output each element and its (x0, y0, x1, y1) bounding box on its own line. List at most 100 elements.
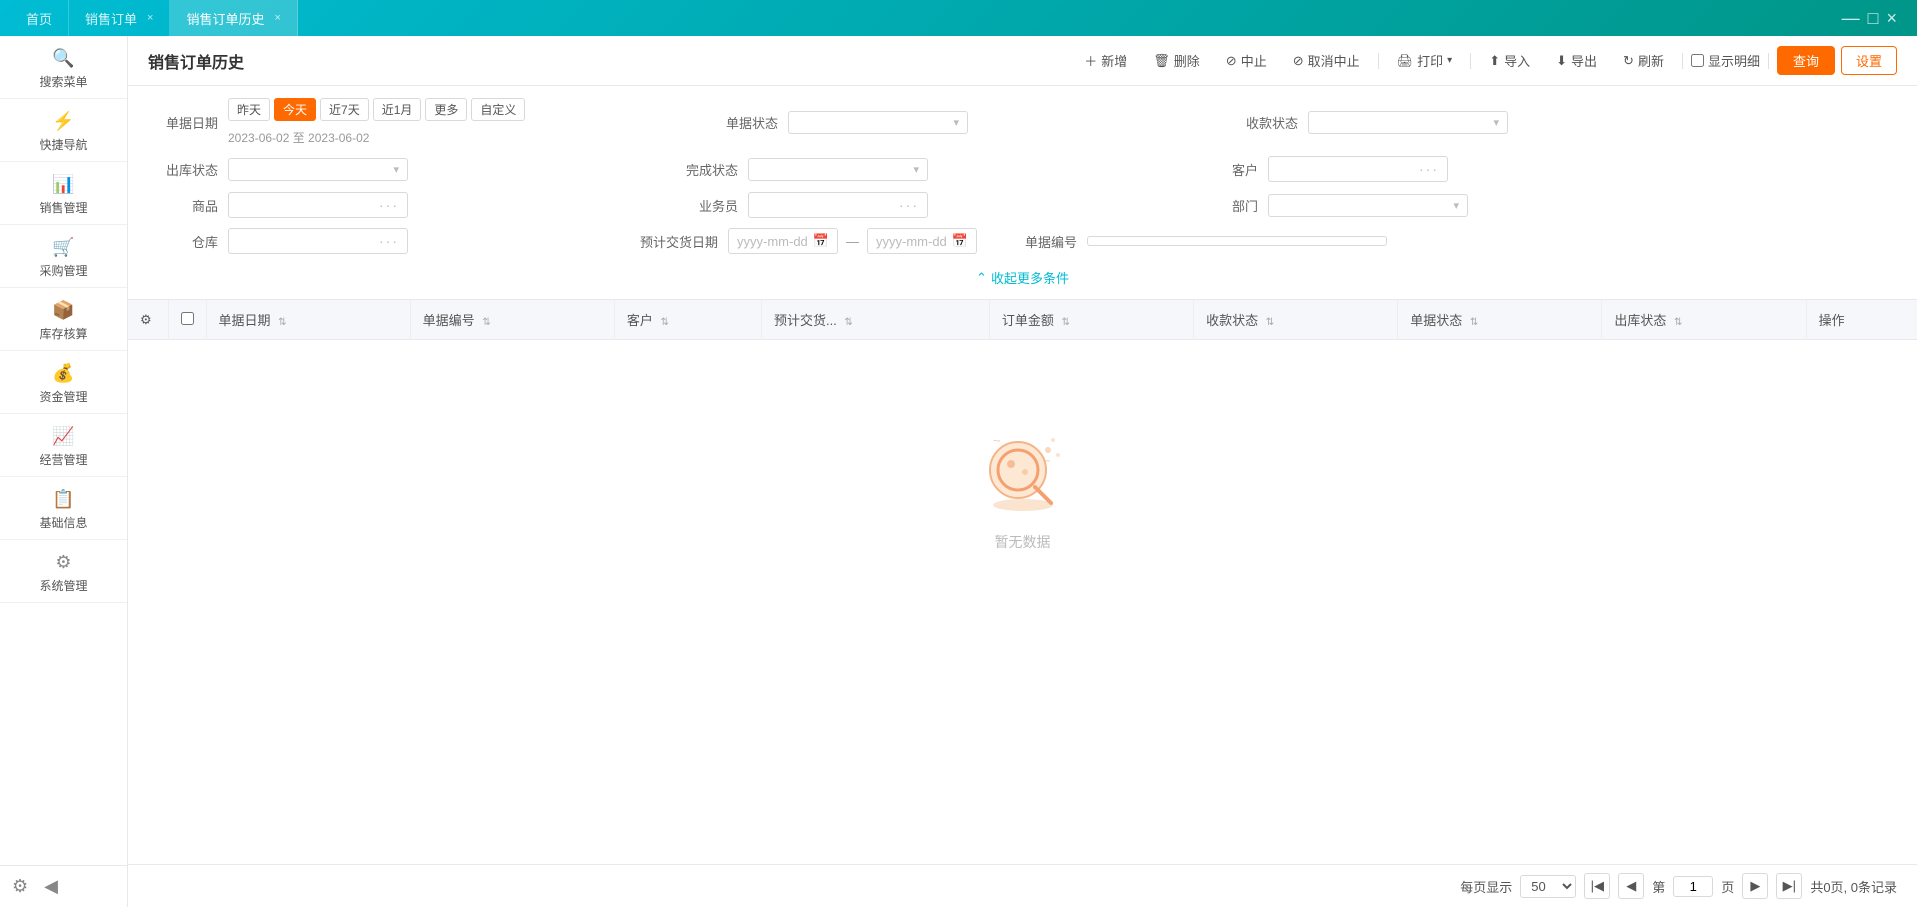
page-number-input[interactable] (1673, 876, 1713, 897)
prev-page-button[interactable]: ◀ (1618, 873, 1644, 899)
date-btn-custom[interactable]: 自定义 (471, 98, 525, 121)
page-size-select[interactable]: 10 20 50 100 (1520, 875, 1576, 898)
col-customer-label: 客户 (627, 313, 653, 328)
new-button[interactable]: ＋ 新增 (1074, 47, 1137, 74)
sidebar-item-sales[interactable]: 📊 销售管理 (0, 162, 127, 225)
product-input[interactable]: ··· (228, 192, 408, 218)
date-btn-1month[interactable]: 近1月 (373, 98, 422, 121)
new-icon: ＋ (1084, 51, 1097, 70)
col-order-no[interactable]: 单据编号 ⇅ (410, 300, 614, 340)
customer-input[interactable]: ··· (1268, 156, 1448, 182)
column-settings-icon[interactable]: ⚙ (140, 312, 152, 327)
expected-delivery-end-input[interactable]: yyyy-mm-dd 📅 (867, 228, 977, 254)
sidebar-item-purchase[interactable]: 🛒 采购管理 (0, 225, 127, 288)
close-icon[interactable]: × (1886, 8, 1897, 29)
salesperson-input[interactable]: ··· (748, 192, 928, 218)
department-label: 部门 (1188, 196, 1268, 215)
date-btn-today[interactable]: 今天 (274, 98, 316, 121)
tab-sales-order-close[interactable]: × (147, 12, 153, 24)
col-customer[interactable]: 客户 ⇅ (614, 300, 761, 340)
print-button[interactable]: 🖨 打印 ▾ (1387, 47, 1463, 74)
date-btn-yesterday[interactable]: 昨天 (228, 98, 270, 121)
warehouse-label: 仓库 (148, 232, 228, 251)
last-page-button[interactable]: ▶| (1776, 873, 1802, 899)
sidebar-item-search-menu[interactable]: 🔍 搜索菜单 (0, 36, 127, 99)
sidebar-item-purchase-label: 采购管理 (39, 262, 87, 279)
col-order-no-sort-icon[interactable]: ⇅ (482, 317, 490, 328)
next-page-button[interactable]: ▶ (1742, 873, 1768, 899)
expected-delivery-start-input[interactable]: yyyy-mm-dd 📅 (728, 228, 838, 254)
col-payment-status-sort-icon[interactable]: ⇅ (1266, 317, 1274, 328)
sidebar-item-base-info[interactable]: 📋 基础信息 (0, 477, 127, 540)
department-select[interactable]: ▾ (1268, 194, 1468, 217)
col-order-no-label: 单据编号 (423, 313, 475, 328)
customer-control: ··· (1268, 156, 1648, 182)
delivery-status-select[interactable]: ▾ (228, 158, 408, 181)
tab-sales-order-history[interactable]: 销售订单历史 × (170, 0, 297, 36)
import-button[interactable]: ⬆ 导入 (1479, 47, 1540, 74)
order-status-select[interactable]: ▾ (788, 111, 968, 134)
print-icon: 🖨 (1397, 53, 1414, 69)
col-expected-delivery-sort-icon[interactable]: ⇅ (844, 317, 852, 328)
sidebar-item-finance[interactable]: 💰 资金管理 (0, 351, 127, 414)
col-delivery-status-sort-icon[interactable]: ⇅ (1674, 317, 1682, 328)
settings-button[interactable]: 设置 (1841, 46, 1897, 75)
date-range-display: 2023-06-02 至 2023-06-02 (228, 129, 369, 146)
date-btn-7days[interactable]: 近7天 (320, 98, 369, 121)
display-detail-checkbox[interactable] (1691, 54, 1704, 67)
page-title-bar: 销售订单历史 ＋ 新增 🗑 删除 ⊘ 中止 ⊘ 取消中止 (128, 36, 1917, 86)
payment-status-select[interactable]: ▾ (1308, 111, 1508, 134)
sidebar-item-base-info-label: 基础信息 (39, 514, 87, 531)
first-page-button[interactable]: |◀ (1584, 873, 1610, 899)
product-dots-icon: ··· (379, 197, 399, 213)
sidebar-item-operations[interactable]: 📈 经营管理 (0, 414, 127, 477)
col-date-sort-icon[interactable]: ⇅ (278, 317, 286, 328)
col-order-status[interactable]: 单据状态 ⇅ (1398, 300, 1602, 340)
col-expected-delivery[interactable]: 预计交货... ⇅ (761, 300, 989, 340)
sidebar-settings-icon[interactable]: ⚙ (12, 876, 28, 897)
sidebar-item-system[interactable]: ⚙ 系统管理 (0, 540, 127, 603)
col-settings[interactable]: ⚙ (128, 300, 168, 340)
cancel-stop-button[interactable]: ⊘ 取消中止 (1283, 47, 1370, 74)
operations-icon: 📈 (52, 426, 74, 447)
date-btn-more[interactable]: 更多 (425, 98, 467, 121)
order-no-input[interactable] (1087, 236, 1387, 246)
sidebar-item-inventory[interactable]: 📦 库存核算 (0, 288, 127, 351)
complete-status-select[interactable]: ▾ (748, 158, 928, 181)
col-payment-status[interactable]: 收款状态 ⇅ (1194, 300, 1398, 340)
select-all-checkbox[interactable] (181, 312, 194, 325)
minimize-icon[interactable]: — (1842, 8, 1860, 29)
date-shortcuts-group: 昨天 今天 近7天 近1月 更多 自定义 (228, 98, 525, 121)
tab-home[interactable]: 首页 (10, 0, 69, 36)
delete-button[interactable]: 🗑 删除 (1143, 47, 1210, 74)
col-date[interactable]: 单据日期 ⇅ (206, 300, 410, 340)
collapse-row[interactable]: ⌃ 收起更多条件 (148, 264, 1897, 287)
display-detail-checkbox-label[interactable]: 显示明细 (1691, 51, 1760, 70)
tab-sales-order[interactable]: 销售订单 × (69, 0, 170, 36)
refresh-button[interactable]: ↻ 刷新 (1613, 47, 1674, 74)
col-amount-sort-icon[interactable]: ⇅ (1062, 317, 1070, 328)
col-order-status-sort-icon[interactable]: ⇅ (1470, 317, 1478, 328)
complete-status-arrow-icon: ▾ (913, 163, 919, 176)
cancel-stop-icon: ⊘ (1293, 53, 1304, 69)
col-delivery-status[interactable]: 出库状态 ⇅ (1602, 300, 1806, 340)
department-arrow-icon: ▾ (1453, 199, 1459, 212)
sidebar-collapse-icon[interactable]: ◀ (44, 876, 58, 897)
col-checkbox[interactable] (168, 300, 206, 340)
new-label: 新增 (1101, 51, 1127, 70)
tab-sales-order-history-close[interactable]: × (274, 12, 280, 24)
sidebar: 🔍 搜索菜单 ⚡ 快捷导航 📊 销售管理 🛒 采购管理 📦 库存核算 💰 资金管… (0, 36, 128, 907)
col-amount[interactable]: 订单金额 ⇅ (989, 300, 1193, 340)
col-customer-sort-icon[interactable]: ⇅ (660, 317, 668, 328)
sales-icon: 📊 (52, 174, 74, 195)
payment-status-arrow-icon: ▾ (1493, 116, 1499, 129)
export-button[interactable]: ⬇ 导出 (1546, 47, 1607, 74)
toolbar: ＋ 新增 🗑 删除 ⊘ 中止 ⊘ 取消中止 🖨 打印 (1074, 46, 1897, 75)
sidebar-item-search-menu-label: 搜索菜单 (39, 73, 87, 90)
query-button[interactable]: 查询 (1777, 46, 1835, 75)
sidebar-item-quick-nav[interactable]: ⚡ 快捷导航 (0, 99, 127, 162)
warehouse-input[interactable]: ··· (228, 228, 408, 254)
table-area: ⚙ 单据日期 ⇅ 单据编号 ⇅ (128, 300, 1917, 864)
stop-button[interactable]: ⊘ 中止 (1216, 47, 1277, 74)
maximize-icon[interactable]: □ (1868, 8, 1879, 29)
